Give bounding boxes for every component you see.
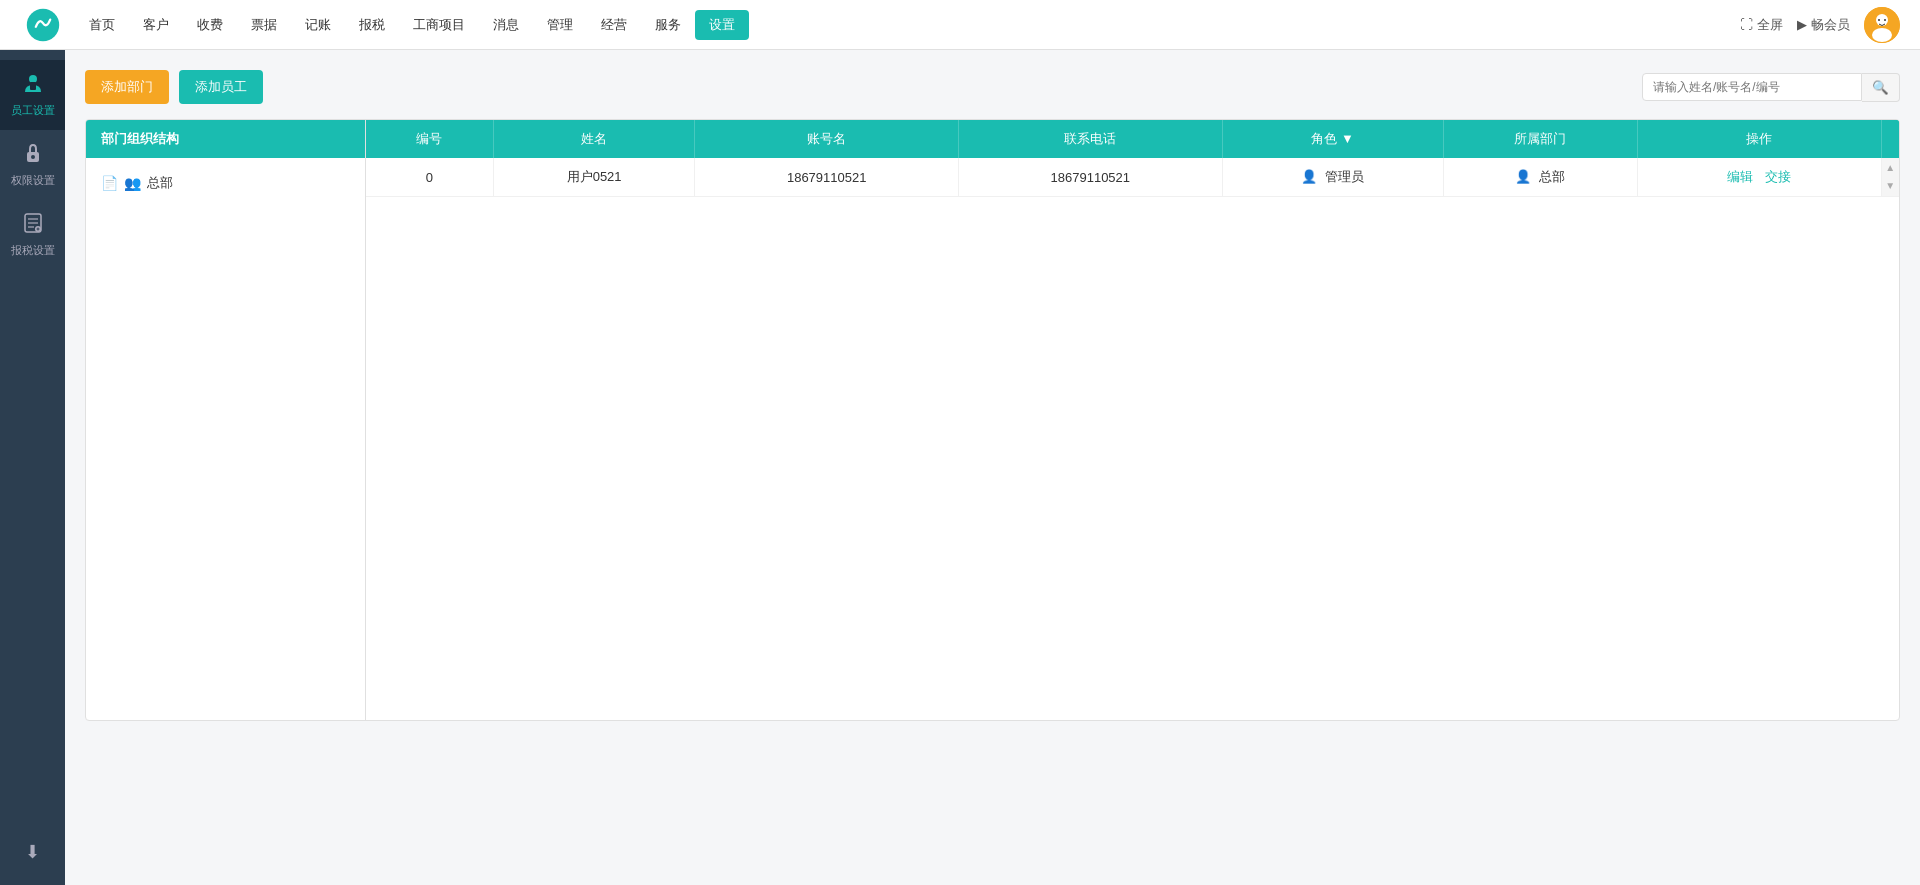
sidebar-label-employee: 员工设置 — [11, 103, 55, 118]
nav-home[interactable]: 首页 — [75, 10, 129, 40]
user-avatar[interactable] — [1864, 7, 1900, 43]
svg-point-3 — [1872, 28, 1892, 42]
sidebar-item-taxsettings[interactable]: 报税设置 — [0, 200, 65, 270]
role-label: 管理员 — [1325, 169, 1364, 184]
user-group-icon: 👥 — [124, 175, 141, 191]
search-button[interactable]: 🔍 — [1862, 73, 1900, 102]
cell-account: 18679110521 — [695, 158, 959, 197]
cell-actions: 编辑 交接 — [1637, 158, 1881, 197]
search-icon: 🔍 — [1872, 80, 1889, 95]
dept-user-icon: 👤 — [1515, 169, 1531, 184]
member-icon: ▶ — [1797, 17, 1807, 32]
nav-tax[interactable]: 报税 — [345, 10, 399, 40]
svg-point-5 — [1884, 19, 1886, 21]
sidebar: 员工设置 权限设置 报税设置 ⬇ — [0, 50, 65, 885]
dept-label: 总部 — [1539, 169, 1565, 184]
table-row: 0 用户0521 18679110521 18679110521 👤 管理员 👤… — [366, 158, 1899, 197]
col-account: 账号名 — [695, 120, 959, 158]
employee-table: 编号 姓名 账号名 联系电话 角色 ▼ 所属部门 操作 0 用户0521 18 — [366, 120, 1899, 197]
lock-icon — [23, 142, 43, 169]
nav-billing[interactable]: 收费 — [183, 10, 237, 40]
nav-settings[interactable]: 设置 — [695, 10, 749, 40]
fullscreen-button[interactable]: ⛶ 全屏 — [1740, 16, 1783, 34]
nav-message[interactable]: 消息 — [479, 10, 533, 40]
role-user-icon: 👤 — [1301, 169, 1317, 184]
department-tree: 部门组织结构 📄 👥 总部 — [86, 120, 366, 720]
top-right-actions: ⛶ 全屏 ▶ 畅会员 — [1740, 7, 1900, 43]
transfer-action[interactable]: 交接 — [1765, 169, 1791, 184]
nav-management[interactable]: 管理 — [533, 10, 587, 40]
cell-name: 用户0521 — [493, 158, 695, 197]
member-label: 畅会员 — [1811, 16, 1850, 34]
sidebar-label-permission: 权限设置 — [11, 173, 55, 188]
content-area: 部门组织结构 📄 👥 总部 编号 姓名 账号名 联系电话 角色 ▼ — [85, 119, 1900, 721]
svg-point-9 — [31, 155, 35, 159]
app-logo — [10, 7, 75, 43]
col-id: 编号 — [366, 120, 493, 158]
col-action: 操作 — [1637, 120, 1881, 158]
nav-business[interactable]: 工商项目 — [399, 10, 479, 40]
sidebar-item-employee[interactable]: 员工设置 — [0, 60, 65, 130]
top-navigation: 首页 客户 收费 票据 记账 报税 工商项目 消息 管理 经营 服务 设置 ⛶ … — [0, 0, 1920, 50]
svg-point-4 — [1878, 19, 1880, 21]
nav-service[interactable]: 服务 — [641, 10, 695, 40]
svg-point-6 — [29, 75, 37, 83]
col-dept: 所属部门 — [1443, 120, 1637, 158]
main-content: 添加部门 添加员工 🔍 部门组织结构 📄 👥 总部 — [65, 50, 1920, 885]
download-icon: ⬇ — [25, 841, 40, 863]
tree-item-label: 总部 — [147, 174, 173, 192]
cell-phone: 18679110521 — [959, 158, 1223, 197]
nav-menu: 首页 客户 收费 票据 记账 报税 工商项目 消息 管理 经营 服务 设置 — [75, 10, 1740, 40]
cell-id: 0 — [366, 158, 493, 197]
sidebar-download[interactable]: ⬇ — [25, 829, 40, 875]
nav-customer[interactable]: 客户 — [129, 10, 183, 40]
table-header-row: 编号 姓名 账号名 联系电话 角色 ▼ 所属部门 操作 — [366, 120, 1899, 158]
add-employee-button[interactable]: 添加员工 — [179, 70, 263, 104]
fullscreen-icon: ⛶ — [1740, 17, 1753, 32]
employee-table-panel: 编号 姓名 账号名 联系电话 角色 ▼ 所属部门 操作 0 用户0521 18 — [366, 120, 1899, 720]
svg-rect-7 — [30, 82, 36, 90]
sidebar-label-taxsettings: 报税设置 — [11, 243, 55, 258]
sidebar-item-permission[interactable]: 权限设置 — [0, 130, 65, 200]
tree-content: 📄 👥 总部 — [86, 158, 365, 208]
member-button[interactable]: ▶ 畅会员 — [1797, 16, 1850, 34]
nav-accounting[interactable]: 记账 — [291, 10, 345, 40]
cell-role: 👤 管理员 — [1222, 158, 1443, 197]
tree-item-general[interactable]: 📄 👥 总部 — [101, 168, 350, 198]
add-department-button[interactable]: 添加部门 — [85, 70, 169, 104]
col-role[interactable]: 角色 ▼ — [1222, 120, 1443, 158]
fullscreen-label: 全屏 — [1757, 16, 1783, 34]
col-name: 姓名 — [493, 120, 695, 158]
search-area: 🔍 — [1642, 73, 1900, 102]
employee-icon — [22, 72, 44, 99]
svg-point-2 — [1876, 14, 1888, 26]
scroll-down-arrow[interactable]: ▼ — [1882, 176, 1900, 194]
nav-operation[interactable]: 经营 — [587, 10, 641, 40]
employee-toolbar: 添加部门 添加员工 🔍 — [85, 70, 1900, 104]
tree-header: 部门组织结构 — [86, 120, 365, 158]
cell-dept: 👤 总部 — [1443, 158, 1637, 197]
search-input[interactable] — [1642, 73, 1862, 101]
col-phone: 联系电话 — [959, 120, 1223, 158]
scroll-up-arrow[interactable]: ▲ — [1882, 158, 1900, 176]
tax-settings-icon — [22, 212, 44, 239]
file-icon: 📄 — [101, 175, 118, 191]
edit-action[interactable]: 编辑 — [1727, 169, 1753, 184]
nav-invoice[interactable]: 票据 — [237, 10, 291, 40]
